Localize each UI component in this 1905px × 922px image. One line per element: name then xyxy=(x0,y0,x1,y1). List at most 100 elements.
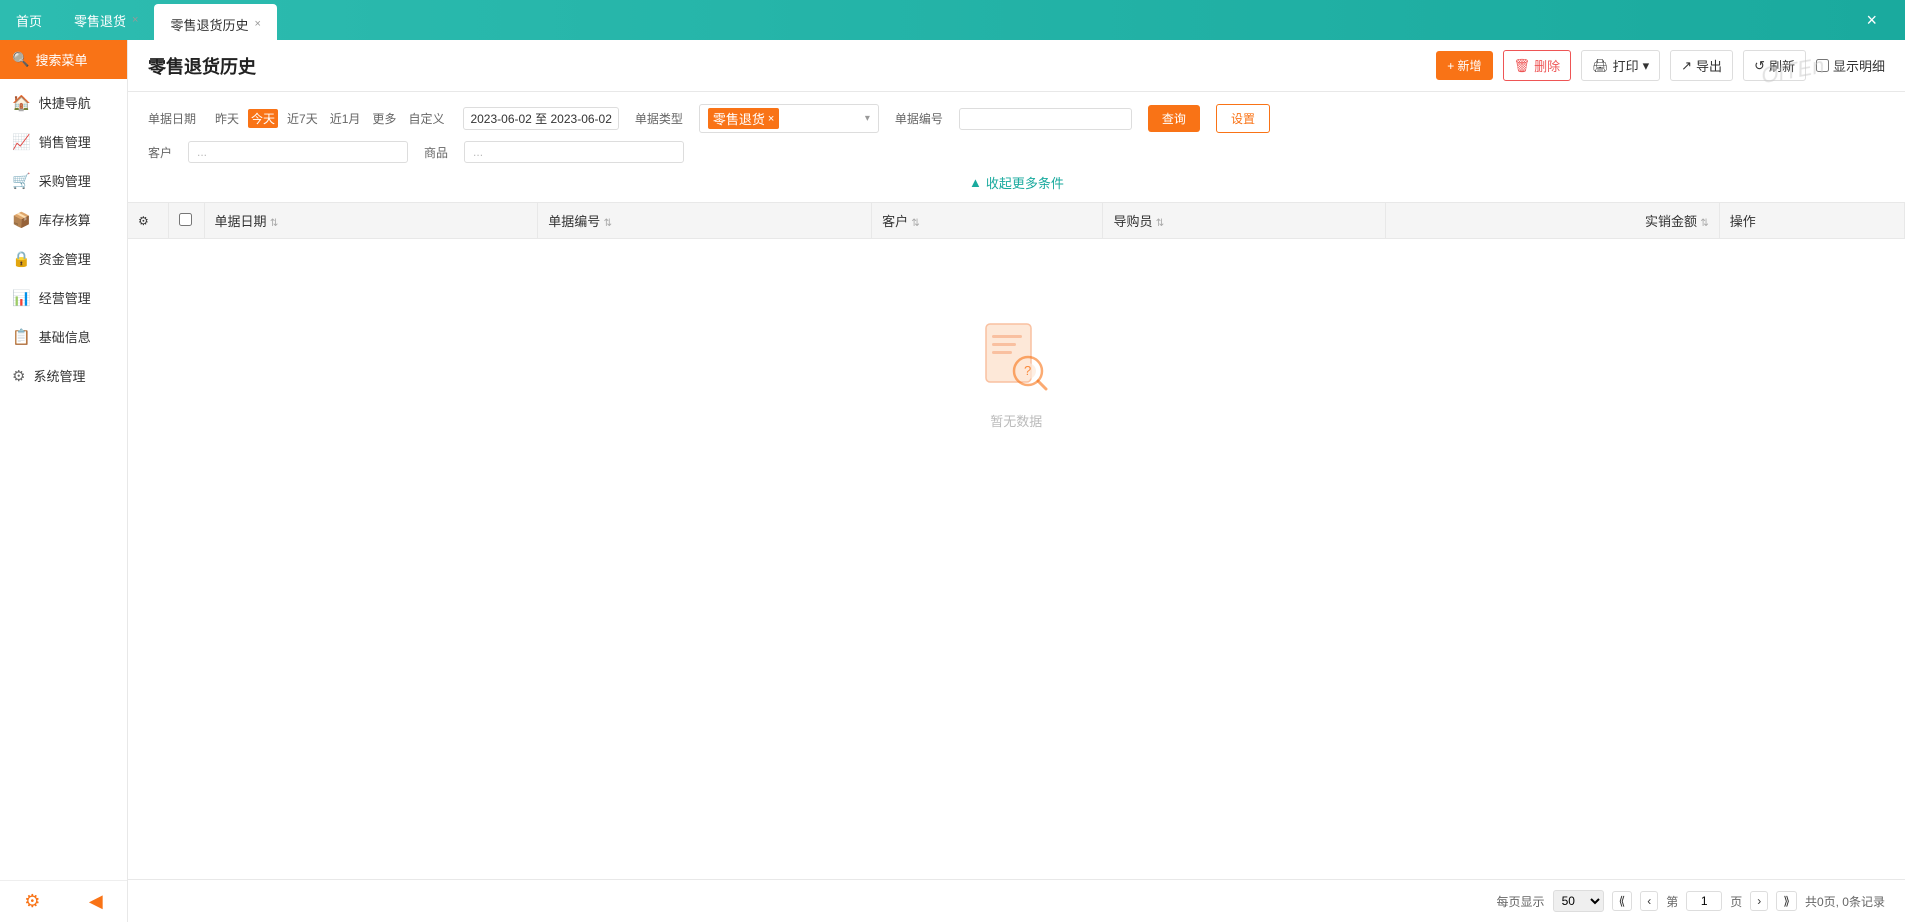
date-opt-today[interactable]: 今天 xyxy=(248,109,278,128)
sidebar-item-finance-label: 资金管理 xyxy=(39,249,91,268)
th-customer[interactable]: 客户 ⇅ xyxy=(872,203,1103,239)
type-filter-label: 单据类型 xyxy=(635,110,683,127)
select-all-checkbox[interactable] xyxy=(179,213,192,226)
date-opt-more[interactable]: 更多 xyxy=(369,109,399,128)
date-range-value[interactable]: 2023-06-02 至 2023-06-02 xyxy=(463,107,618,130)
filter-area: 单据日期 昨天 今天 近7天 近1月 更多 自定义 2023-06-02 至 2… xyxy=(128,92,1905,203)
number-filter-input[interactable] xyxy=(959,108,1132,130)
export-button[interactable]: ↗ 导出 xyxy=(1670,50,1733,81)
goods-placeholder: ... xyxy=(473,145,483,159)
th-settings[interactable]: ⚙ xyxy=(128,203,168,239)
window-close-button[interactable]: × xyxy=(1854,10,1889,31)
sidebar-item-finance[interactable]: 🔒 资金管理 xyxy=(0,239,127,278)
th-amount[interactable]: 实销金额 ⇅ xyxy=(1386,203,1720,239)
sidebar-item-quicknav-label: 快捷导航 xyxy=(39,93,91,112)
tab-home-label: 首页 xyxy=(16,11,42,30)
sidebar-item-quicknav[interactable]: 🏠 快捷导航 xyxy=(0,83,127,122)
type-tag-remove[interactable]: × xyxy=(768,113,774,125)
sidebar-item-operations[interactable]: 📊 经营管理 xyxy=(0,278,127,317)
collapse-sidebar-icon[interactable]: ◀ xyxy=(89,891,103,912)
sidebar-item-sales-label: 销售管理 xyxy=(39,132,91,151)
page-header: 零售退货历史 + 新增 🗑 删除 🖨 打印 ▾ ↗ 导出 ↺ xyxy=(128,40,1905,92)
th-customer-sort-icon: ⇅ xyxy=(911,218,919,229)
page-input[interactable]: 1 xyxy=(1686,891,1722,911)
th-number-label: 单据编号 xyxy=(548,214,600,229)
tab-list: 首页 零售退货 × 零售退货历史 × xyxy=(0,0,1854,40)
date-filter-label: 单据日期 xyxy=(148,110,196,127)
number-filter-label: 单据编号 xyxy=(895,110,943,127)
finance-icon: 🔒 xyxy=(12,250,31,268)
tab-retail-return-label: 零售退货 xyxy=(74,11,126,30)
per-page-select[interactable]: 50 100 200 xyxy=(1553,890,1604,912)
last-page-button[interactable]: ⟫ xyxy=(1776,891,1797,911)
settings-bottom-icon[interactable]: ⚙ xyxy=(24,891,40,912)
th-date-sort-icon: ⇅ xyxy=(270,218,278,229)
new-button[interactable]: + 新增 xyxy=(1436,51,1492,80)
sidebar-item-sales[interactable]: 📈 销售管理 xyxy=(0,122,127,161)
prev-page-button[interactable]: ‹ xyxy=(1640,891,1658,911)
tab-retail-return-history-label: 零售退货历史 xyxy=(170,15,248,34)
th-guide-label: 导购员 xyxy=(1113,214,1152,229)
main-layout: 🔍 搜索菜单 🏠 快捷导航 📈 销售管理 🛒 采购管理 📦 库存核算 🔒 xyxy=(0,40,1905,922)
total-info: 共0页, 0条记录 xyxy=(1805,893,1885,910)
th-date-label: 单据日期 xyxy=(215,214,267,229)
empty-state-row: ? 暂无数据 xyxy=(128,239,1905,511)
display-detail-toggle[interactable]: 显示明细 xyxy=(1816,56,1885,75)
delete-button[interactable]: 🗑 删除 xyxy=(1503,50,1572,81)
top-bar: 首页 零售退货 × 零售退货历史 × × xyxy=(0,0,1905,40)
type-tag-label: 零售退货 xyxy=(713,109,765,128)
sidebar-item-inventory[interactable]: 📦 库存核算 xyxy=(0,200,127,239)
customer-filter-select[interactable]: ... xyxy=(188,141,408,163)
operations-icon: 📊 xyxy=(12,289,31,307)
export-icon: ↗ xyxy=(1681,58,1692,74)
collapse-bar[interactable]: ▲ 收起更多条件 xyxy=(148,171,1885,194)
collapse-label: 收起更多条件 xyxy=(986,173,1064,192)
table-body: ? 暂无数据 xyxy=(128,239,1905,511)
th-guide[interactable]: 导购员 ⇅ xyxy=(1103,203,1386,239)
sidebar-item-basicinfo[interactable]: 📋 基础信息 xyxy=(0,317,127,356)
page-label: 第 xyxy=(1666,893,1678,910)
table-area: ⚙ 单据日期 ⇅ 单据编号 ⇅ 客户 xyxy=(128,203,1905,879)
goods-filter-select[interactable]: ... xyxy=(464,141,684,163)
tab-retail-return-close[interactable]: × xyxy=(132,14,138,26)
print-label: 打印 xyxy=(1613,56,1639,75)
tab-retail-return[interactable]: 零售退货 × xyxy=(58,0,154,40)
date-opt-yesterday[interactable]: 昨天 xyxy=(212,109,242,128)
th-guide-sort-icon: ⇅ xyxy=(1156,218,1164,229)
next-page-button[interactable]: › xyxy=(1750,891,1768,911)
tab-retail-return-history[interactable]: 零售退货历史 × xyxy=(154,4,276,44)
th-amount-label: 实销金额 xyxy=(1645,214,1697,229)
tab-retail-return-history-close[interactable]: × xyxy=(254,18,260,30)
tab-home[interactable]: 首页 xyxy=(0,0,58,40)
print-button[interactable]: 🖨 打印 ▾ xyxy=(1581,50,1660,81)
th-number[interactable]: 单据编号 ⇅ xyxy=(538,203,872,239)
search-icon: 🔍 xyxy=(12,51,29,68)
th-checkbox[interactable] xyxy=(168,203,204,239)
page-unit: 页 xyxy=(1730,893,1742,910)
th-action-label: 操作 xyxy=(1730,214,1756,229)
refresh-button[interactable]: ↺ 刷新 xyxy=(1743,50,1806,81)
date-opt-1month[interactable]: 近1月 xyxy=(327,109,364,128)
first-page-button[interactable]: ⟪ xyxy=(1612,891,1633,911)
basicinfo-icon: 📋 xyxy=(12,328,31,346)
settings-button[interactable]: 设置 xyxy=(1216,104,1270,133)
query-button[interactable]: 查询 xyxy=(1148,105,1200,132)
date-opt-custom[interactable]: 自定义 xyxy=(405,109,447,128)
sidebar-item-purchase[interactable]: 🛒 采购管理 xyxy=(0,161,127,200)
sidebar-search[interactable]: 🔍 搜索菜单 xyxy=(0,40,127,79)
delete-label: 删除 xyxy=(1534,56,1560,75)
date-opt-7days[interactable]: 近7天 xyxy=(284,109,321,128)
topbar-right: × xyxy=(1854,10,1905,31)
refresh-icon: ↺ xyxy=(1754,58,1765,74)
type-filter-select[interactable]: 零售退货 × ▾ xyxy=(699,104,879,133)
th-date[interactable]: 单据日期 ⇅ xyxy=(204,203,538,239)
type-tag: 零售退货 × xyxy=(708,108,779,129)
sidebar-item-system[interactable]: ⚙ 系统管理 xyxy=(0,356,127,395)
display-detail-checkbox[interactable] xyxy=(1816,59,1829,72)
th-amount-sort-icon: ⇅ xyxy=(1700,218,1708,229)
data-table: ⚙ 单据日期 ⇅ 单据编号 ⇅ 客户 xyxy=(128,203,1905,510)
content-area: 零售退货历史 + 新增 🗑 删除 🖨 打印 ▾ ↗ 导出 ↺ xyxy=(128,40,1905,922)
empty-illustration: ? xyxy=(976,319,1056,399)
svg-text:?: ? xyxy=(1024,363,1031,378)
sidebar-menu: 🏠 快捷导航 📈 销售管理 🛒 采购管理 📦 库存核算 🔒 资金管理 📊 xyxy=(0,79,127,880)
